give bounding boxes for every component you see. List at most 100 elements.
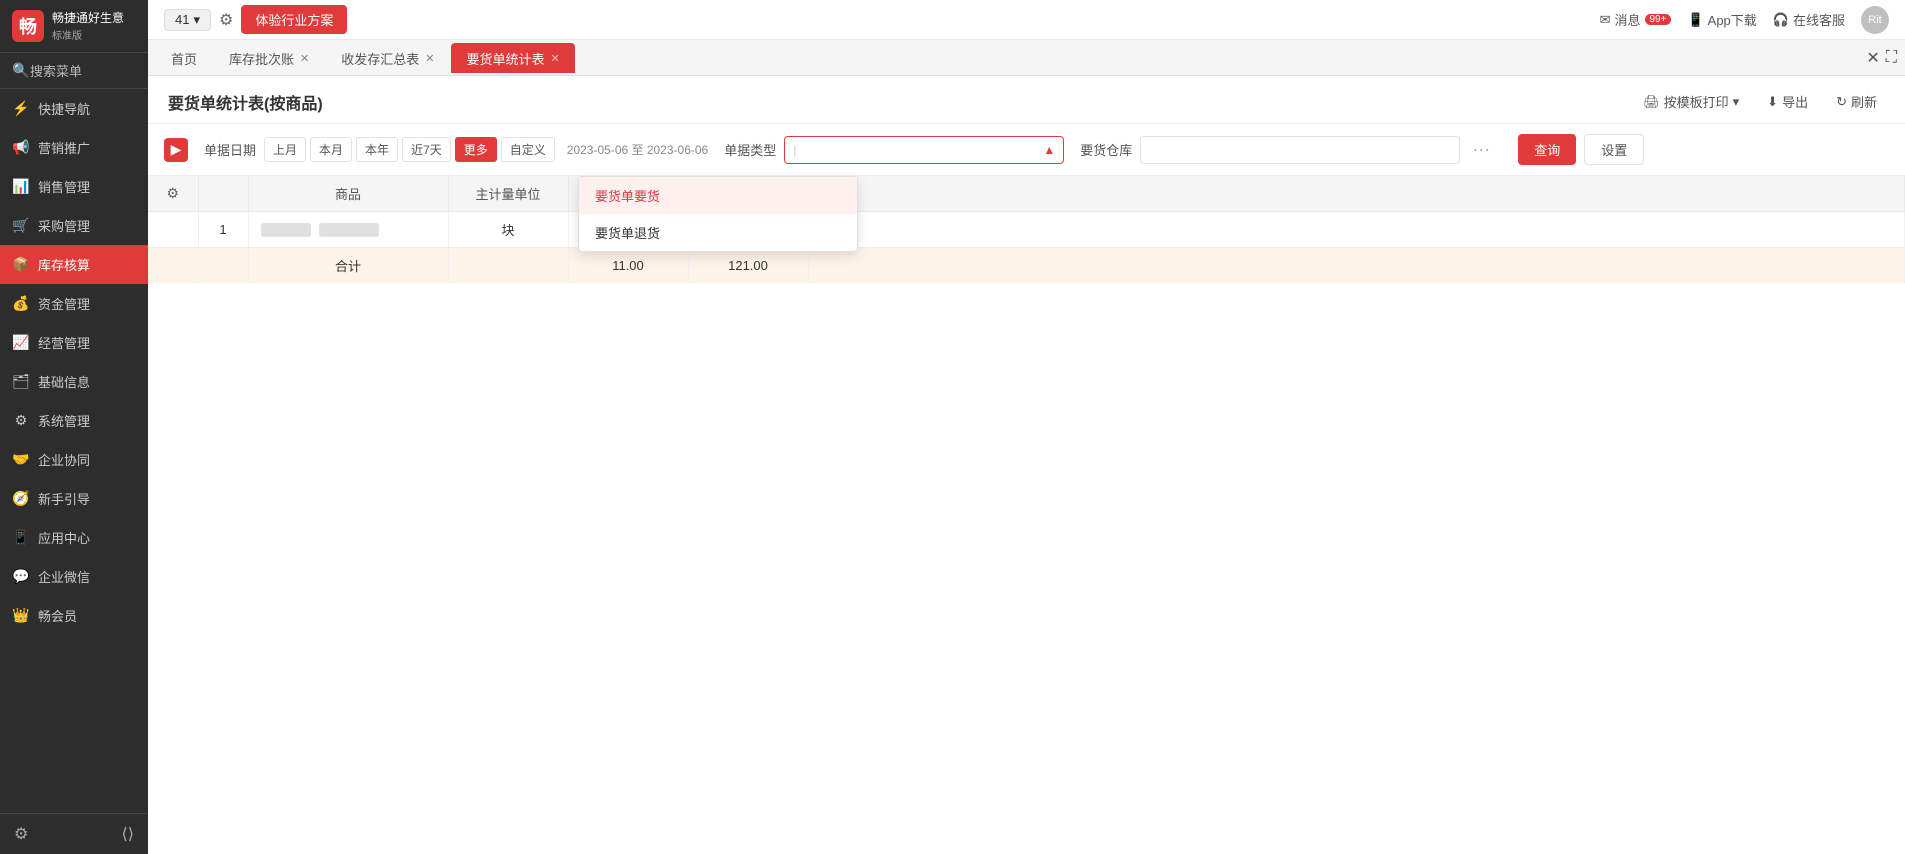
operations-icon: 📈 <box>12 334 30 351</box>
sidebar-item-label: 企业协同 <box>38 450 90 469</box>
th-extra <box>808 176 1905 212</box>
print-btn[interactable]: 🖨 按模板打印 ▾ <box>1635 88 1747 115</box>
tab-receive[interactable]: 收发存汇总表 ✕ <box>326 43 449 73</box>
date-year-btn[interactable]: 本年 <box>356 137 398 162</box>
tab-order-stat[interactable]: 要货单统计表 ✕ <box>451 43 574 73</box>
page-content: 要货单统计表(按商品) 🖨 按模板打印 ▾ ⬇ 导出 ↻ 刷新 ▶ <box>148 76 1905 854</box>
filter-area: ▶ 单据日期 上月 本月 本年 近7天 更多 自定义 2023-05-06 至 … <box>148 124 1905 176</box>
finance-icon: 💰 <box>12 295 30 312</box>
sidebar-item-sales[interactable]: 📊 销售管理 <box>0 167 148 206</box>
tabbar: 首页 库存批次账 ✕ 收发存汇总表 ✕ 要货单统计表 ✕ ✕ ⛶ <box>148 40 1905 76</box>
print-icon: 🖨 <box>1643 94 1660 110</box>
inventory-icon: 📦 <box>12 256 30 273</box>
total-extra <box>808 248 1905 284</box>
sidebar-item-label: 经营管理 <box>38 333 90 352</box>
tab-expand-icon[interactable]: ⛶ <box>1886 49 1897 67</box>
filter-warehouse-group: 要货仓库 ··· <box>1080 136 1494 164</box>
sidebar-item-label: 销售管理 <box>38 177 90 196</box>
sidebar-item-finance[interactable]: 💰 资金管理 <box>0 284 148 323</box>
date-custom-btn[interactable]: 自定义 <box>501 137 555 162</box>
refresh-btn[interactable]: ↻ 刷新 <box>1828 88 1885 115</box>
trial-button[interactable]: 体验行业方案 <box>241 5 347 34</box>
date-curr-btn[interactable]: 本月 <box>310 137 352 162</box>
sidebar-item-wechat[interactable]: 💬 企业微信 <box>0 557 148 596</box>
sidebar-item-operations[interactable]: 📈 经营管理 <box>0 323 148 362</box>
search-icon: 🔍 <box>12 62 30 79</box>
tab-order-stat-label: 要货单统计表 <box>466 49 544 68</box>
td-unit: 块 <box>448 212 568 248</box>
sidebar-item-label: 营销推广 <box>38 138 90 157</box>
type-label: 单据类型 <box>724 140 776 159</box>
sidebar-item-label: 应用中心 <box>38 528 90 547</box>
logo-sub: 标准版 <box>52 27 124 42</box>
sidebar-item-appstore[interactable]: 📱 应用中心 <box>0 518 148 557</box>
tab-count-number: 41 <box>175 12 189 27</box>
total-unit <box>448 248 568 284</box>
app-download-item[interactable]: 📱 App下载 <box>1687 10 1756 29</box>
th-no <box>198 176 248 212</box>
query-button[interactable]: 查询 <box>1518 134 1576 165</box>
sidebar-settings-icon[interactable]: ⚙ <box>14 824 28 844</box>
td-product <box>248 212 448 248</box>
sidebar-item-inventory[interactable]: 📦 库存核算 <box>0 245 148 284</box>
sidebar-item-system[interactable]: ⚙ 系统管理 <box>0 401 148 440</box>
topbar: 41 ▾ ⚙ 体验行业方案 ✉ 消息 99+ 📱 App下载 🎧 在线客服 Ri… <box>148 0 1905 40</box>
user-avatar[interactable]: Rit <box>1861 6 1889 34</box>
td-extra <box>808 212 1905 248</box>
tab-receive-close[interactable]: ✕ <box>425 52 434 65</box>
sidebar-search-label: 搜索菜单 <box>30 61 82 80</box>
appstore-icon: 📱 <box>12 529 30 546</box>
th-gear[interactable]: ⚙ <box>148 176 198 212</box>
data-table: ⚙ 商品 主计量单位 主数量 零售金额 1 <box>148 176 1905 283</box>
main-area: 41 ▾ ⚙ 体验行业方案 ✉ 消息 99+ 📱 App下载 🎧 在线客服 Ri… <box>148 0 1905 854</box>
dropdown-item-order-goods[interactable]: 要货单要货 <box>579 177 857 214</box>
service-item[interactable]: 🎧 在线客服 <box>1773 10 1845 29</box>
table-gear-icon: ⚙ <box>166 185 179 201</box>
page-title: 要货单统计表(按商品) <box>168 90 323 114</box>
td-no: 1 <box>198 212 248 248</box>
sales-icon: 📊 <box>12 178 30 195</box>
filter-more-icon[interactable]: ··· <box>1468 139 1494 160</box>
tab-close-all-icon[interactable]: ✕ <box>1866 48 1879 68</box>
tab-home[interactable]: 首页 <box>156 43 212 73</box>
quick-nav-icon: ⚡ <box>12 100 30 117</box>
tab-batch[interactable]: 库存批次账 ✕ <box>214 43 324 73</box>
member-icon: 👑 <box>12 607 30 624</box>
sidebar-item-guide[interactable]: 🧭 新手引导 <box>0 479 148 518</box>
sidebar-item-quick-nav[interactable]: ⚡ 快捷导航 <box>0 89 148 128</box>
refresh-icon: ↻ <box>1836 94 1847 110</box>
filter-actions: 查询 设置 <box>1518 134 1644 165</box>
sidebar-item-basic[interactable]: 🗂 基础信息 <box>0 362 148 401</box>
export-label: 导出 <box>1782 92 1808 111</box>
sidebar-item-member[interactable]: 👑 畅会员 <box>0 596 148 635</box>
sidebar-item-marketing[interactable]: 📢 营销推广 <box>0 128 148 167</box>
tab-count-display[interactable]: 41 ▾ <box>164 9 211 31</box>
warehouse-input[interactable] <box>1140 136 1460 164</box>
total-qty: 11.00 <box>568 248 688 284</box>
type-select[interactable]: | ▲ <box>784 136 1064 164</box>
date-prev-btn[interactable]: 上月 <box>264 137 306 162</box>
message-item[interactable]: ✉ 消息 99+ <box>1600 10 1672 29</box>
tab-batch-close[interactable]: ✕ <box>300 52 309 65</box>
dropdown-item-order-return[interactable]: 要货单退货 <box>579 214 857 251</box>
sidebar-item-label: 新手引导 <box>38 489 90 508</box>
td-checkbox <box>148 212 198 248</box>
sidebar-item-label: 库存核算 <box>38 255 90 274</box>
marketing-icon: 📢 <box>12 139 30 156</box>
th-product: 商品 <box>248 176 448 212</box>
sidebar-item-enterprise[interactable]: 🤝 企业协同 <box>0 440 148 479</box>
date-week-btn[interactable]: 近7天 <box>402 137 451 162</box>
sidebar-item-search[interactable]: 🔍 搜索菜单 <box>0 53 148 89</box>
date-more-btn[interactable]: 更多 <box>455 137 497 162</box>
export-btn[interactable]: ⬇ 导出 <box>1759 88 1816 115</box>
setting-button[interactable]: 设置 <box>1584 134 1644 165</box>
type-select-chevron-up: ▲ <box>1043 143 1055 157</box>
sidebar-item-purchase[interactable]: 🛒 采购管理 <box>0 206 148 245</box>
sidebar-footer: ⚙ ⟨⟩ <box>0 813 148 854</box>
topbar-gear-icon[interactable]: ⚙ <box>219 10 233 30</box>
service-label: 在线客服 <box>1793 10 1845 29</box>
filter-expand-button[interactable]: ▶ <box>164 138 188 162</box>
sidebar-collapse-icon[interactable]: ⟨⟩ <box>122 824 134 844</box>
tab-order-stat-close[interactable]: ✕ <box>551 52 560 65</box>
app-download-label: App下载 <box>1708 10 1757 29</box>
